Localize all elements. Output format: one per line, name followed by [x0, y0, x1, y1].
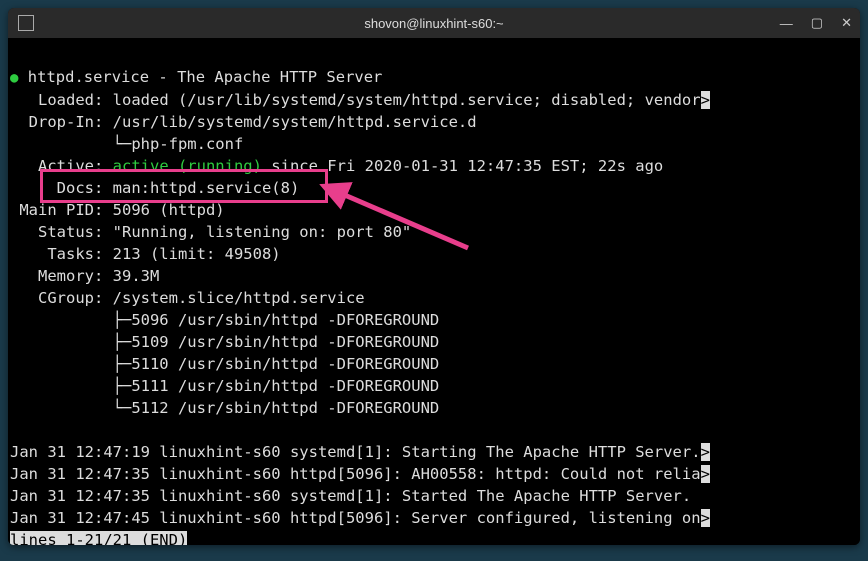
- line-truncation-indicator: >: [701, 443, 710, 461]
- window-controls: — ▢ ✕: [780, 15, 852, 31]
- log-line-1: Jan 31 12:47:19 linuxhint-s60 systemd[1]…: [10, 443, 701, 461]
- loaded-value: loaded (/usr/lib/systemd/system/httpd.se…: [113, 91, 701, 109]
- status-line: Status: "Running, listening on: port 80": [10, 223, 411, 241]
- minimize-button[interactable]: —: [780, 16, 793, 31]
- line-truncation-indicator: >: [701, 91, 710, 109]
- dropin-file: └─php-fpm.conf: [10, 135, 243, 153]
- cgroup-process-2: ├─5109 /usr/sbin/httpd -DFOREGROUND: [10, 333, 439, 351]
- pager-status: lines 1-21/21 (END): [10, 531, 187, 545]
- log-line-3: Jan 31 12:47:35 linuxhint-s60 systemd[1]…: [10, 487, 691, 505]
- service-description: The Apache HTTP Server: [177, 68, 382, 86]
- tasks-line: Tasks: 213 (limit: 49508): [10, 245, 281, 263]
- dropin-value: /usr/lib/systemd/system/httpd.service.d: [113, 113, 477, 131]
- terminal-app-icon: [18, 15, 34, 31]
- memory-line: Memory: 39.3M: [10, 267, 159, 285]
- window-title: shovon@linuxhint-s60:~: [364, 16, 503, 31]
- cgroup-process-3: ├─5110 /usr/sbin/httpd -DFOREGROUND: [10, 355, 439, 373]
- cgroup-line: CGroup: /system.slice/httpd.service: [10, 289, 365, 307]
- terminal-window: shovon@linuxhint-s60:~ — ▢ ✕ ● httpd.ser…: [8, 8, 860, 545]
- cgroup-process-5: └─5112 /usr/sbin/httpd -DFOREGROUND: [10, 399, 439, 417]
- cgroup-process-1: ├─5096 /usr/sbin/httpd -DFOREGROUND: [10, 311, 439, 329]
- maximize-button[interactable]: ▢: [811, 15, 823, 31]
- service-name: httpd.service -: [28, 68, 177, 86]
- titlebar[interactable]: shovon@linuxhint-s60:~ — ▢ ✕: [8, 8, 860, 38]
- terminal-output[interactable]: ● httpd.service - The Apache HTTP Server…: [8, 38, 860, 545]
- close-button[interactable]: ✕: [841, 15, 852, 31]
- active-since: since Fri 2020-01-31 12:47:35 EST; 22s a…: [262, 157, 663, 175]
- loaded-label: Loaded:: [10, 91, 113, 109]
- docs-line: Docs: man:httpd.service(8): [10, 179, 299, 197]
- active-status-value: active (running): [113, 157, 262, 175]
- line-truncation-indicator: >: [701, 465, 710, 483]
- mainpid-line: Main PID: 5096 (httpd): [10, 201, 225, 219]
- cgroup-process-4: ├─5111 /usr/sbin/httpd -DFOREGROUND: [10, 377, 439, 395]
- status-bullet-icon: ●: [10, 70, 18, 86]
- log-line-4: Jan 31 12:47:45 linuxhint-s60 httpd[5096…: [10, 509, 701, 527]
- active-label: Active:: [10, 157, 113, 175]
- log-line-2: Jan 31 12:47:35 linuxhint-s60 httpd[5096…: [10, 465, 701, 483]
- line-truncation-indicator: >: [701, 509, 710, 527]
- dropin-label: Drop-In:: [10, 113, 113, 131]
